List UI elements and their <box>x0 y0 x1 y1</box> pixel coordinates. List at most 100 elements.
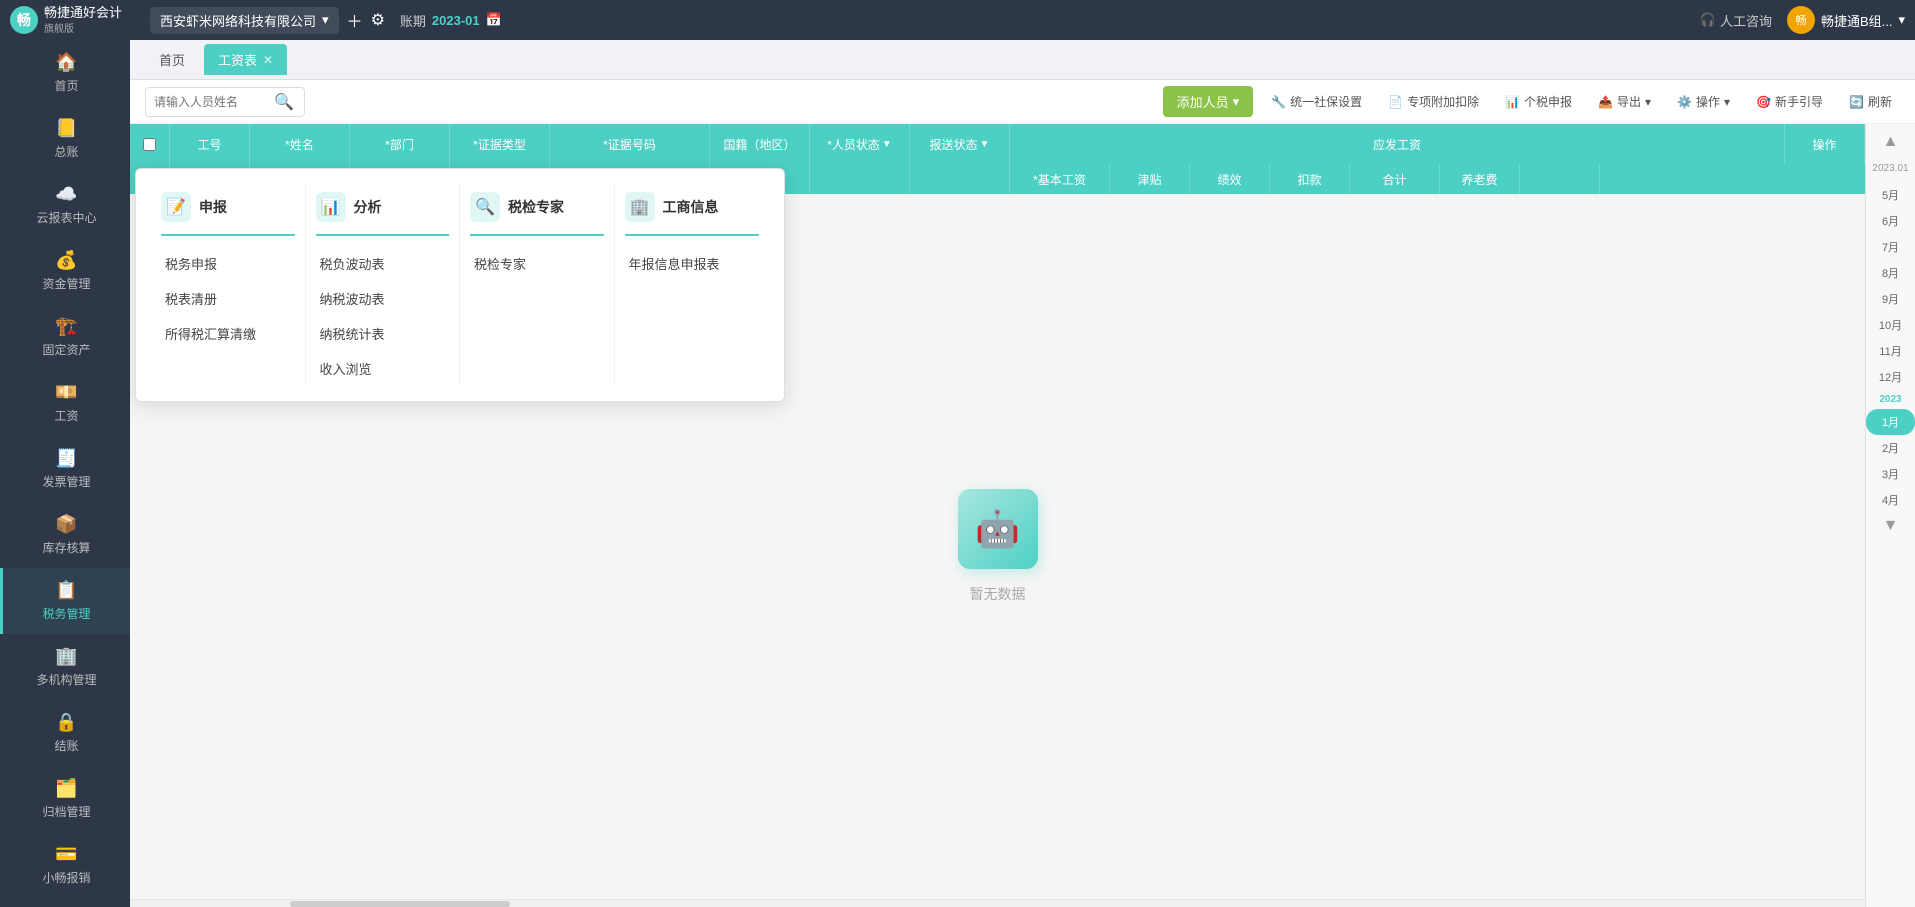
sidebar-item-ledger[interactable]: 📒 总账 <box>0 106 130 172</box>
scroll-thumb[interactable] <box>290 901 510 907</box>
popup-col-expert: 🔍 税检专家 税检专家 <box>460 184 615 386</box>
sidebar-label-tax: 税务管理 <box>42 605 90 622</box>
sidebar-item-closing[interactable]: 🔒 结账 <box>0 700 130 766</box>
th-sendstatus-label: 报送状态 <box>930 136 978 153</box>
refresh-icon: 🔄 <box>1849 95 1864 109</box>
table-header-row1: 工号 *姓名 *部门 *证据类型 *证据号码 国籍（地区） *人员状态 ▼ 报送… <box>130 124 1865 164</box>
timeline-month-3[interactable]: 3月 <box>1866 461 1915 487</box>
sidebar-label-invoice: 发票管理 <box>42 473 90 490</box>
logo-icon: 畅 <box>10 6 38 34</box>
tab-salary-table[interactable]: 工资表 ✕ <box>204 44 287 75</box>
timeline-nav-down[interactable]: ▼ <box>1879 513 1903 539</box>
sidebar-label-ledger: 总账 <box>54 143 78 160</box>
social-security-icon: 🔧 <box>1271 95 1286 109</box>
th-sub-pad8 <box>810 164 910 194</box>
calendar-icon[interactable]: 📅 <box>486 12 502 28</box>
timeline-month-2[interactable]: 2月 <box>1866 435 1915 461</box>
sidebar-item-invoice[interactable]: 🧾 发票管理 <box>0 436 130 502</box>
newbie-guide-btn[interactable]: 🎯 新手引导 <box>1748 89 1831 114</box>
add-person-button[interactable]: 添加人员 ▾ <box>1163 86 1254 117</box>
sidebar-item-tax[interactable]: 📋 税务管理 <box>0 568 130 634</box>
empty-icon: 🤖 <box>958 489 1038 569</box>
ledger-icon: 📒 <box>55 118 77 139</box>
timeline-month-8[interactable]: 8月 <box>1866 260 1915 286</box>
expert-col-title: 税检专家 <box>508 197 564 217</box>
search-box[interactable]: 🔍 <box>145 87 305 117</box>
bottom-scrollbar[interactable] <box>130 899 1865 907</box>
sidebar-item-xiaochang[interactable]: 💳 小畅报销 <box>0 832 130 898</box>
user-name: 畅捷通B组... <box>1821 11 1893 30</box>
operate-btn[interactable]: ⚙️ 操作 ▾ <box>1669 89 1738 114</box>
export-btn[interactable]: 📤 导出 ▾ <box>1590 89 1659 114</box>
special-deduct-icon: 📄 <box>1388 95 1403 109</box>
timeline-month-12[interactable]: 12月 <box>1866 364 1915 390</box>
popup-col-analysis: 📊 分析 税负波动表 纳税波动表 纳税统计表 收入浏览 <box>306 184 461 386</box>
sidebar-item-settings[interactable]: ⚙️ 基础设置 <box>0 898 130 907</box>
menu-tax-stats[interactable]: 纳税统计表 <box>316 316 450 351</box>
operate-icon: ⚙️ <box>1677 95 1692 109</box>
business-info-col-icon: 🏢 <box>625 192 655 222</box>
sidebar-label-home: 首页 <box>54 77 78 94</box>
th-sub-pad9 <box>910 164 1010 194</box>
social-security-btn[interactable]: 🔧 统一社保设置 <box>1263 89 1370 114</box>
menu-annual-report[interactable]: 年报信息申报表 <box>625 246 760 281</box>
th-performance: 绩效 <box>1190 164 1270 194</box>
analysis-col-title: 分析 <box>354 197 382 217</box>
sidebar-item-fund[interactable]: 💰 资金管理 <box>0 238 130 304</box>
business-info-col-title: 工商信息 <box>663 197 719 217</box>
search-input[interactable] <box>154 95 274 109</box>
th-status-filter-icon[interactable]: ▼ <box>882 139 892 150</box>
timeline-month-4[interactable]: 4月 <box>1866 487 1915 513</box>
user-avatar-area[interactable]: 畅 畅捷通B组... ▾ <box>1787 6 1905 34</box>
refresh-btn[interactable]: 🔄 刷新 <box>1841 89 1900 114</box>
tab-bar: 首页 工资表 ✕ <box>130 40 1915 80</box>
timeline-year-label: 2023.01 <box>1872 159 1908 178</box>
sidebar-label-fund: 资金管理 <box>42 275 90 292</box>
sidebar-label-salary: 工资 <box>54 407 78 424</box>
menu-tax-fluctuation[interactable]: 税负波动表 <box>316 246 450 281</box>
th-sendstatus-filter-icon[interactable]: ▼ <box>980 139 990 150</box>
sidebar-item-archive[interactable]: 🗂️ 归档管理 <box>0 766 130 832</box>
sidebar-item-multiorg[interactable]: 🏢 多机构管理 <box>0 634 130 700</box>
service-label: 人工咨询 <box>1720 11 1772 30</box>
menu-tax-payment-fluctuation[interactable]: 纳税波动表 <box>316 281 450 316</box>
menu-income-browse[interactable]: 收入浏览 <box>316 351 450 386</box>
tab-close-icon[interactable]: ✕ <box>263 53 273 67</box>
timeline-month-11[interactable]: 11月 <box>1866 338 1915 364</box>
logo-area: 畅 畅捷通好会计 旗舰版 <box>10 5 140 36</box>
sidebar-label-archive: 归档管理 <box>42 803 90 820</box>
timeline-month-5[interactable]: 5月 <box>1866 182 1915 208</box>
menu-tax-declaration[interactable]: 税务申报 <box>161 246 295 281</box>
th-checkbox[interactable] <box>130 124 170 164</box>
popup-col-declaration: 📝 申报 税务申报 税表清册 所得税汇算清缴 <box>151 184 306 386</box>
inventory-icon: 📦 <box>55 514 77 535</box>
sidebar-item-cloud[interactable]: ☁️ 云报表中心 <box>0 172 130 238</box>
sidebar-item-inventory[interactable]: 📦 库存核算 <box>0 502 130 568</box>
tab-home[interactable]: 首页 <box>145 44 199 75</box>
timeline-month-1[interactable]: 1月 <box>1866 409 1915 435</box>
sidebar-item-asset[interactable]: 🏗️ 固定资产 <box>0 304 130 370</box>
menu-income-calc[interactable]: 所得税汇算清缴 <box>161 316 295 351</box>
popup-col-business-info-header: 🏢 工商信息 <box>625 184 760 236</box>
operate-chevron-icon: ▾ <box>1724 95 1730 109</box>
tax-report-btn[interactable]: 📊 个税申报 <box>1497 89 1580 114</box>
timeline-nav-up[interactable]: ▲ <box>1879 129 1903 155</box>
sidebar-item-home[interactable]: 🏠 首页 <box>0 40 130 106</box>
select-all-checkbox[interactable] <box>143 138 156 151</box>
special-deduct-btn[interactable]: 📄 专项附加扣除 <box>1380 89 1487 114</box>
timeline-month-6[interactable]: 6月 <box>1866 208 1915 234</box>
service-btn[interactable]: 🎧 人工咨询 <box>1700 11 1772 30</box>
menu-tax-clear[interactable]: 税表清册 <box>161 281 295 316</box>
add-btn-label: 添加人员 <box>1177 92 1229 111</box>
timeline-month-9[interactable]: 9月 <box>1866 286 1915 312</box>
sidebar-item-salary[interactable]: 💴 工资 <box>0 370 130 436</box>
menu-tax-expert[interactable]: 税检专家 <box>470 246 604 281</box>
export-label: 导出 <box>1617 93 1641 110</box>
add-company-icon[interactable]: ＋ <box>347 8 363 32</box>
company-selector[interactable]: 西安虾米网络科技有限公司 ▾ <box>150 7 339 34</box>
settings-icon[interactable]: ⚙ <box>371 10 385 30</box>
sidebar-label-closing: 结账 <box>54 737 78 754</box>
xiaochang-icon: 💳 <box>55 844 77 865</box>
timeline-month-10[interactable]: 10月 <box>1866 312 1915 338</box>
timeline-month-7[interactable]: 7月 <box>1866 234 1915 260</box>
